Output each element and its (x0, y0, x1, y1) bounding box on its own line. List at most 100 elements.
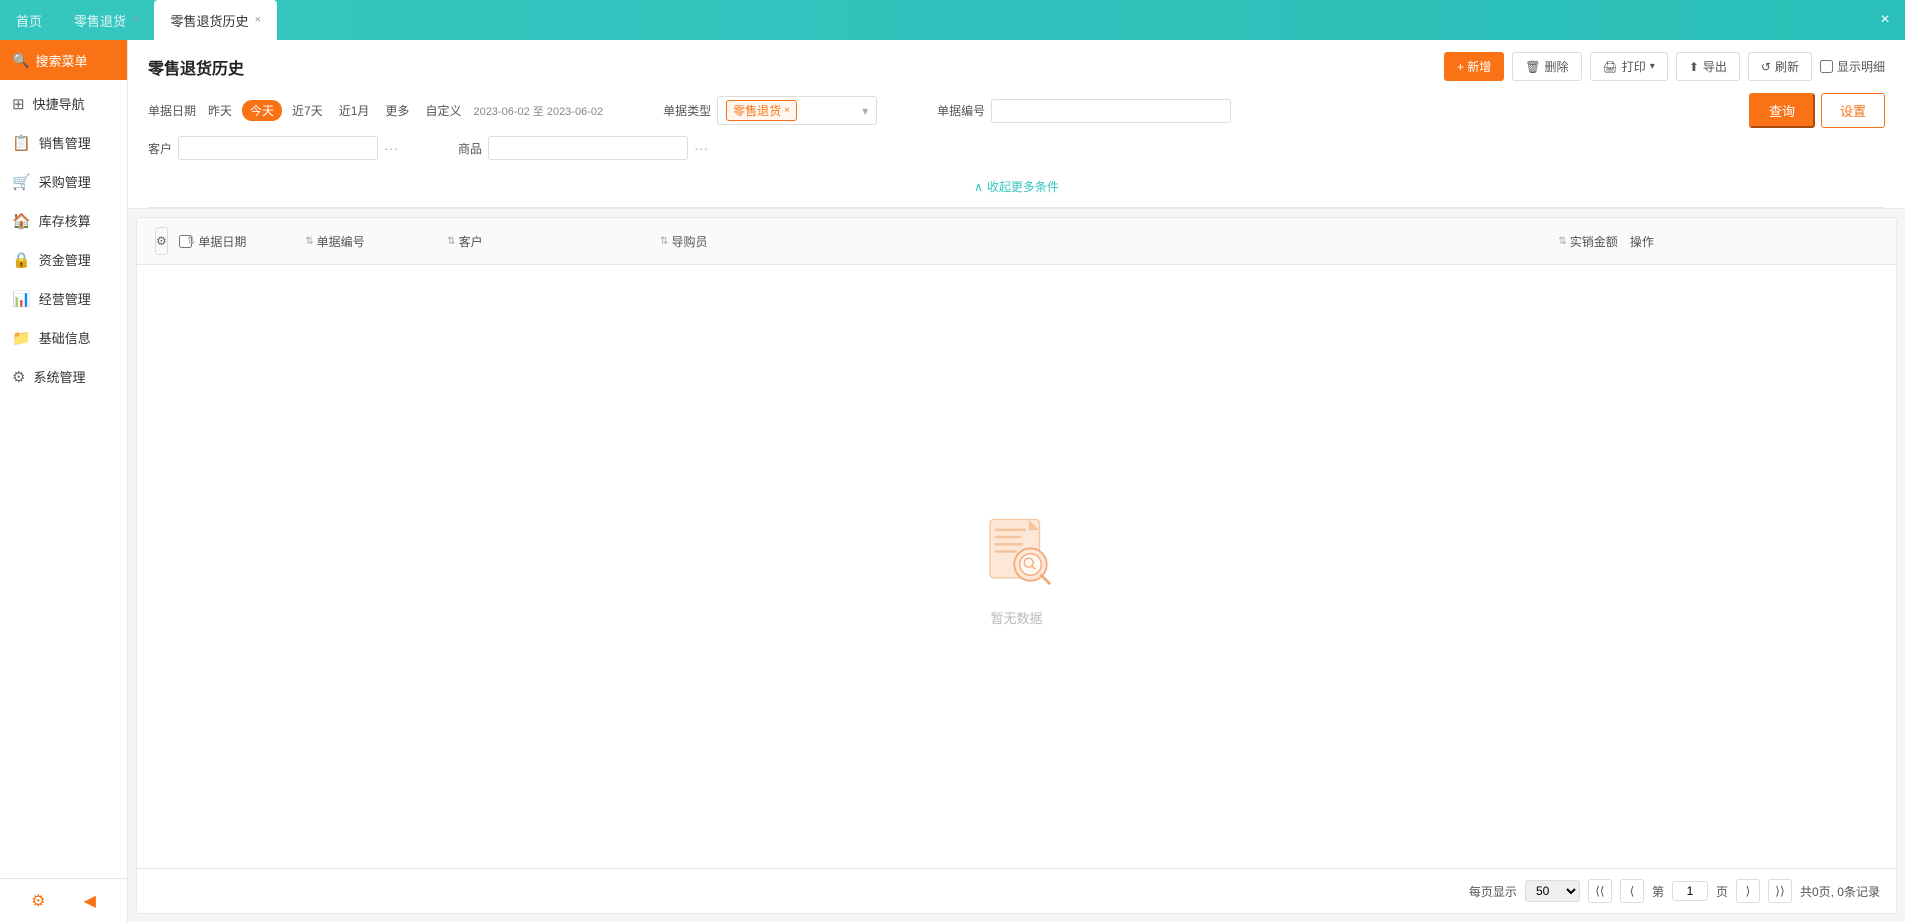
sidebar-item-finance-mgmt[interactable]: 🔒 资金管理 (0, 240, 127, 279)
sidebar-label-purchase-mgmt: 采购管理 (39, 172, 91, 191)
print-dropdown-icon: ▾ (1650, 61, 1655, 72)
prev-page-button[interactable]: ⟨ (1620, 879, 1644, 903)
col-guide[interactable]: ⇅ 导购员 (654, 218, 796, 264)
finance-mgmt-icon: 🔒 (12, 251, 31, 269)
tab-retail-return-history[interactable]: 零售退货历史× (154, 0, 276, 40)
page-title-row: 零售退货历史 + 新增 🗑 删除 🖨 打印 ▾ ⬆ 导出 (148, 52, 1885, 81)
date-label: 单据日期 (148, 102, 196, 119)
customer-filter: 客户 ··· (148, 136, 398, 160)
empty-text: 暂无数据 (990, 608, 1042, 627)
goods-label: 商品 (458, 140, 482, 157)
sidebar-search[interactable]: 🔍 搜索菜单 (0, 40, 127, 80)
page-header: 零售退货历史 + 新增 🗑 删除 🖨 打印 ▾ ⬆ 导出 (128, 40, 1905, 209)
col-voucher-no[interactable]: ⇅ 单据编号 (299, 218, 441, 264)
sidebar-item-purchase-mgmt[interactable]: 🛒 采购管理 (0, 162, 127, 201)
page-label: 第 (1652, 883, 1664, 900)
new-button[interactable]: + 新增 (1444, 52, 1504, 81)
window-close-button[interactable]: × (1865, 0, 1905, 40)
tab-retail-return[interactable]: 零售退货× (58, 0, 154, 40)
table-header: ⚙ ⇅ 单据日期 ⇅ 单据编号 ⇅ 客户 ⇅ 导购员 (137, 218, 1896, 265)
date-btn-yesterday[interactable]: 昨天 (202, 100, 238, 121)
last-page-button[interactable]: ⟩⟩ (1768, 879, 1792, 903)
sidebar-item-quick-nav[interactable]: ⊞快捷导航 (0, 84, 127, 123)
voucher-no-filter: 单据编号 (937, 99, 1231, 123)
collapse-icon: ∧ (974, 180, 983, 194)
voucher-no-label: 单据编号 (937, 102, 985, 119)
refresh-button[interactable]: ↺ 刷新 (1748, 52, 1812, 81)
select-dropdown-icon: ▾ (862, 104, 868, 118)
show-detail-checkbox[interactable]: 显示明细 (1820, 58, 1885, 75)
tab-close-retail-return[interactable]: × (132, 14, 138, 26)
goods-filter: 商品 ··· (458, 136, 708, 160)
export-button[interactable]: ⬆ 导出 (1676, 52, 1740, 81)
col-amount[interactable]: ⇅ 实销金额 (914, 218, 1624, 264)
col-voucher-date[interactable]: ⇅ 单据日期 (181, 218, 299, 264)
delete-button[interactable]: 🗑 删除 (1512, 52, 1581, 81)
empty-state: 暂无数据 (972, 506, 1062, 627)
sidebar-item-sales-mgmt[interactable]: 📋销售管理 (0, 123, 127, 162)
sort-icon: ⇅ (1558, 236, 1566, 247)
table-body: 暂无数据 (137, 265, 1896, 868)
tab-close-retail-return-history[interactable]: × (254, 14, 260, 26)
purchase-mgmt-icon: 🛒 (12, 173, 31, 191)
date-btn-more[interactable]: 更多 (379, 100, 415, 121)
page-input[interactable] (1672, 881, 1708, 901)
voucher-type-filter: 单据类型 零售退货 × ▾ (663, 96, 877, 125)
date-btn-1month[interactable]: 近1月 (333, 100, 376, 121)
sidebar-nav: ⊞快捷导航📋销售管理 🛒 采购管理 🏠 库存核算 🔒 资金管理 📊 经营管理 📁基础信息 ⚙ 系统管理 (0, 80, 127, 878)
sidebar-item-ops-mgmt[interactable]: 📊 经营管理 (0, 279, 127, 318)
sidebar-label-finance-mgmt: 资金管理 (39, 250, 91, 269)
next-page-button[interactable]: ⟩ (1736, 879, 1760, 903)
col-settings: ⚙ (149, 218, 181, 264)
main-layout: 🔍 搜索菜单 ⊞快捷导航📋销售管理 🛒 采购管理 🏠 库存核算 🔒 资金管理 📊 经营管理 📁基础… (0, 40, 1905, 922)
sys-mgmt-icon: ⚙ (12, 368, 25, 386)
sidebar-item-sys-mgmt[interactable]: ⚙ 系统管理 (0, 357, 127, 396)
date-btn-7days[interactable]: 近7天 (286, 100, 329, 121)
tag-close-icon[interactable]: × (784, 105, 790, 116)
goods-ellipsis[interactable]: ··· (694, 140, 708, 156)
setting-button[interactable]: 设置 (1821, 93, 1885, 128)
sidebar-label-sys-mgmt: 系统管理 (33, 367, 85, 386)
filter-row-2: 客户 ··· 商品 ··· (148, 136, 1885, 160)
inventory-icon: 🏠 (12, 212, 31, 230)
sidebar-item-base-info[interactable]: 📁基础信息 (0, 318, 127, 357)
sidebar-label-ops-mgmt: 经营管理 (39, 289, 91, 308)
page-size-select[interactable]: 50 10 20 100 (1525, 880, 1580, 902)
tab-home[interactable]: 首页 (0, 0, 58, 40)
voucher-type-select[interactable]: 零售退货 × ▾ (717, 96, 877, 125)
collapse-button[interactable]: ∧ 收起更多条件 (966, 176, 1067, 197)
show-detail-input[interactable] (1820, 60, 1833, 73)
customer-ellipsis[interactable]: ··· (384, 140, 398, 156)
main-content: 零售退货历史 + 新增 🗑 删除 🖨 打印 ▾ ⬆ 导出 (128, 40, 1905, 922)
top-bar: 首页零售退货×零售退货历史× × (0, 0, 1905, 40)
date-btn-custom[interactable]: 自定义 (419, 100, 467, 121)
date-btn-today[interactable]: 今天 (242, 100, 282, 121)
collapse-icon[interactable]: ◀ (84, 891, 96, 911)
sidebar-label-inventory: 库存核算 (39, 211, 91, 230)
table-settings-icon[interactable]: ⚙ (155, 227, 168, 255)
col-customer[interactable]: ⇅ 客户 (441, 218, 654, 264)
sidebar-item-inventory[interactable]: 🏠 库存核算 (0, 201, 127, 240)
print-button[interactable]: 🖨 打印 ▾ (1590, 52, 1668, 81)
sidebar: 🔍 搜索菜单 ⊞快捷导航📋销售管理 🛒 采购管理 🏠 库存核算 🔒 资金管理 📊 经营管理 📁基础… (0, 40, 128, 922)
customer-label: 客户 (148, 140, 172, 157)
query-button[interactable]: 查询 (1749, 93, 1815, 128)
date-filter-options: 昨天 今天 近7天 近1月 更多 自定义 2023-06-02 至 2023-0… (202, 100, 603, 121)
goods-input[interactable] (488, 136, 688, 160)
settings-icon[interactable]: ⚙ (31, 891, 45, 911)
sort-icon: ⇅ (660, 236, 668, 247)
base-info-icon: 📁 (12, 329, 31, 347)
delete-icon: 🗑 (1525, 60, 1540, 74)
sidebar-bottom: ⚙ ◀ (0, 878, 127, 922)
tab-bar: 首页零售退货×零售退货历史× (0, 0, 1865, 40)
sidebar-search-label: 搜索菜单 (35, 51, 87, 70)
col-spacer (796, 218, 914, 264)
toolbar: + 新增 🗑 删除 🖨 打印 ▾ ⬆ 导出 ↺ (1444, 52, 1885, 81)
customer-input[interactable] (178, 136, 378, 160)
ops-mgmt-icon: 📊 (12, 290, 31, 308)
pagination: 每页显示 50 10 20 100 ⟨⟨ ⟨ 第 页 ⟩ ⟩⟩ 共0页, 0条记… (137, 868, 1896, 913)
col-action: 操作 (1624, 218, 1766, 264)
first-page-button[interactable]: ⟨⟨ (1588, 879, 1612, 903)
empty-illustration (972, 506, 1062, 596)
voucher-no-input[interactable] (991, 99, 1231, 123)
